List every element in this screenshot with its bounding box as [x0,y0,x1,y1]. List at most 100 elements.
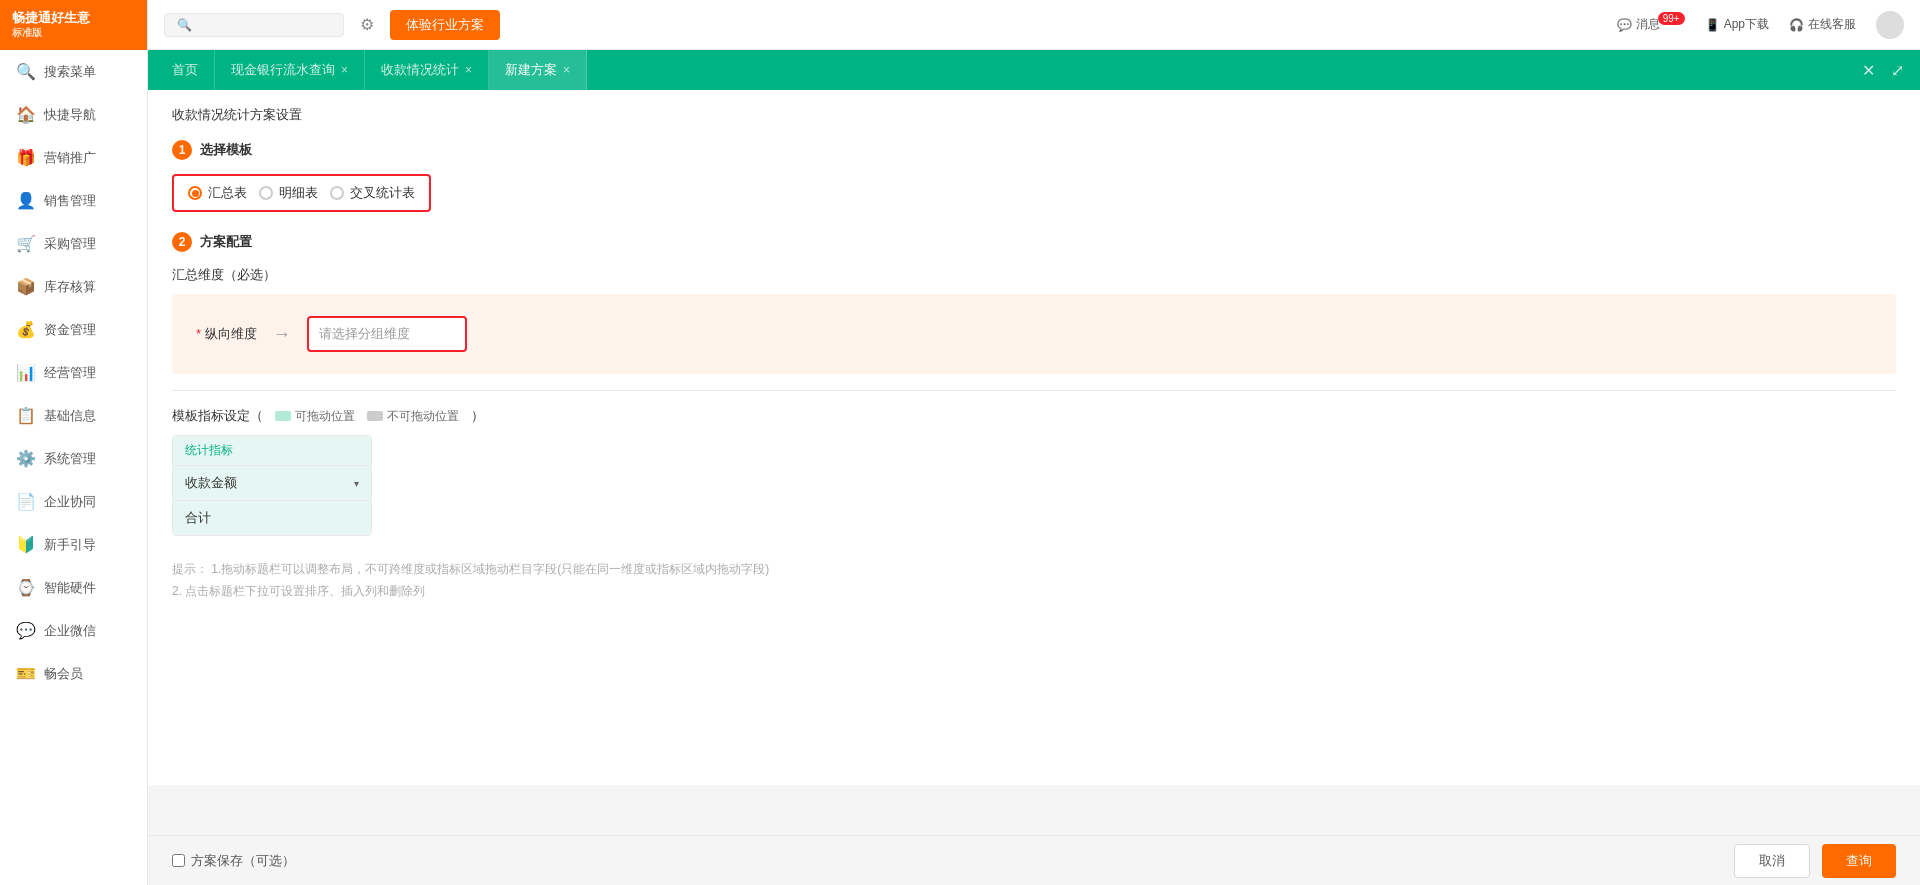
footer: 方案保存（可选） 取消 查询 [148,835,1920,885]
sidebar-item-label: 库存核算 [44,278,96,296]
sidebar-item-label: 搜索菜单 [44,63,96,81]
content-inner: 收款情况统计方案设置 1 选择模板 汇总表 明细表 [148,90,1920,785]
sidebar-item-purchase[interactable]: 🛒 采购管理 [0,222,147,265]
draggable-hint: 可拖动位置 [275,408,355,425]
radio-detail-circle [259,186,273,200]
app-download-item[interactable]: 📱 App下载 [1705,16,1769,33]
app-download-label: App下载 [1724,16,1769,33]
non-draggable-box [367,411,383,421]
sidebar-logo: 畅捷通好生意 标准版 [0,0,147,50]
dimension-row: * 纵向维度 → 请选择分组维度 [196,316,467,352]
content-area: 收款情况统计方案设置 1 选择模板 汇总表 明细表 [148,90,1920,835]
clipboard-icon: 📋 [16,406,36,425]
tab-new-plan-label: 新建方案 [505,61,557,79]
stat-table: 统计指标 收款金额 ▾ 合计 [172,435,372,536]
chart-icon: 📊 [16,363,36,382]
sidebar-item-label: 经营管理 [44,364,96,382]
tab-new-plan[interactable]: 新建方案 × [489,50,587,90]
watch-icon: ⌚ [16,578,36,597]
sidebar-item-basic-info[interactable]: 📋 基础信息 [0,394,147,437]
sidebar-item-label: 系统管理 [44,450,96,468]
message-label: 消息 [1636,16,1660,33]
search-box[interactable]: 🔍 [164,13,344,37]
topbar: 🔍 ⚙ 体验行业方案 💬 消息 99+ 📱 App下载 🎧 在线客服 [148,0,1920,50]
query-button[interactable]: 查询 [1822,844,1896,878]
save-checkbox[interactable] [172,854,185,867]
sidebar-item-label: 资金管理 [44,321,96,339]
sidebar-item-label: 销售管理 [44,192,96,210]
sidebar-item-label: 快捷导航 [44,106,96,124]
sidebar-item-label: 企业微信 [44,622,96,640]
sidebar-item-finance[interactable]: 💰 资金管理 [0,308,147,351]
tabbar: 首页 现金银行流水查询 × 收款情况统计 × 新建方案 × ✕ ⤢ [148,50,1920,90]
section1-num: 1 [172,140,192,160]
radio-summary[interactable]: 汇总表 [188,184,247,202]
arrow-icon: → [273,324,291,345]
sidebar: 畅捷通好生意 标准版 🔍 搜索菜单 🏠 快捷导航 🎁 营销推广 👤 销售管理 🛒… [0,0,148,885]
stat-row-amount[interactable]: 收款金额 ▾ [173,466,371,501]
stat-total-label: 合计 [185,510,211,525]
sidebar-item-search-menu[interactable]: 🔍 搜索菜单 [0,50,147,93]
sidebar-item-enterprise-collab[interactable]: 📄 企业协同 [0,480,147,523]
sidebar-item-hardware[interactable]: ⌚ 智能硬件 [0,566,147,609]
message-icon: 💬 [1617,18,1632,32]
footer-actions: 取消 查询 [1734,844,1896,878]
non-draggable-hint: 不可拖动位置 [367,408,459,425]
sidebar-item-sales[interactable]: 👤 销售管理 [0,179,147,222]
tab-home[interactable]: 首页 [148,50,215,90]
online-service-item[interactable]: 🎧 在线客服 [1789,16,1856,33]
sidebar-item-member[interactable]: 🎫 畅会员 [0,652,147,695]
indicator-settings: 模板指标设定（ 可拖动位置 不可拖动位置 ） 统计指标 [172,390,1896,539]
expand-icon[interactable]: ⤢ [1887,57,1908,84]
page-title: 收款情况统计方案设置 [172,106,1896,124]
settings-icon: ⚙️ [16,449,36,468]
trial-button[interactable]: 体验行业方案 [390,10,500,40]
dimension-row-label: 纵向维度 [205,326,257,341]
draggable-box [275,411,291,421]
stat-row-total: 合计 [173,501,371,535]
service-icon: 🎧 [1789,18,1804,32]
section1-header: 1 选择模板 [172,140,1896,160]
home-icon: 🏠 [16,105,36,124]
sidebar-item-newbie[interactable]: 🔰 新手引导 [0,523,147,566]
tab-receipt-stats-label: 收款情况统计 [381,61,459,79]
tip-2: 2. 点击标题栏下拉可设置排序、插入列和删除列 [172,581,1896,603]
cancel-button[interactable]: 取消 [1734,844,1810,878]
sidebar-item-operations[interactable]: 📊 经营管理 [0,351,147,394]
sidebar-item-quick-nav[interactable]: 🏠 快捷导航 [0,93,147,136]
dimension-area: * 纵向维度 → 请选择分组维度 [172,294,1896,374]
app-icon: 📱 [1705,18,1720,32]
tab-cash-flow[interactable]: 现金银行流水查询 × [215,50,365,90]
sidebar-item-inventory[interactable]: 📦 库存核算 [0,265,147,308]
save-option[interactable]: 方案保存（可选） [172,852,295,870]
sidebar-item-wechat[interactable]: 💬 企业微信 [0,609,147,652]
tab-cash-flow-label: 现金银行流水查询 [231,61,335,79]
tab-cash-flow-close[interactable]: × [341,64,348,76]
radio-detail[interactable]: 明细表 [259,184,318,202]
radio-cross[interactable]: 交叉统计表 [330,184,415,202]
dimension-config: 汇总维度（必选） * 纵向维度 → 请选择分组维度 [172,266,1896,374]
search-input[interactable] [200,18,330,32]
section-config: 2 方案配置 汇总维度（必选） * 纵向维度 → [172,232,1896,602]
search-menu-icon: 🔍 [16,62,36,81]
sidebar-item-system[interactable]: ⚙️ 系统管理 [0,437,147,480]
gear-icon[interactable]: ⚙ [360,15,374,34]
tabbar-actions: ✕ ⤢ [1858,57,1920,84]
radio-cross-circle [330,186,344,200]
tab-receipt-stats-close[interactable]: × [465,64,472,76]
tab-receipt-stats[interactable]: 收款情况统计 × [365,50,489,90]
dropdown-arrow-icon: ▾ [354,478,359,489]
close-tab-icon[interactable]: ✕ [1858,57,1879,84]
tab-new-plan-close[interactable]: × [563,64,570,76]
sidebar-item-marketing[interactable]: 🎁 营销推广 [0,136,147,179]
message-badge: 99+ [1658,12,1685,25]
radio-cross-label: 交叉统计表 [350,184,415,202]
tip-1: 提示： 1.拖动标题栏可以调整布局，不可跨维度或指标区域拖动栏目字段(只能在同一… [172,559,1896,581]
stat-amount-label: 收款金额 [185,474,237,492]
radio-summary-label: 汇总表 [208,184,247,202]
message-item[interactable]: 💬 消息 99+ [1617,16,1685,33]
dimension-select[interactable]: 请选择分组维度 [307,316,467,352]
user-avatar[interactable] [1876,11,1904,39]
wechat-icon: 💬 [16,621,36,640]
tab-home-label: 首页 [172,61,198,79]
